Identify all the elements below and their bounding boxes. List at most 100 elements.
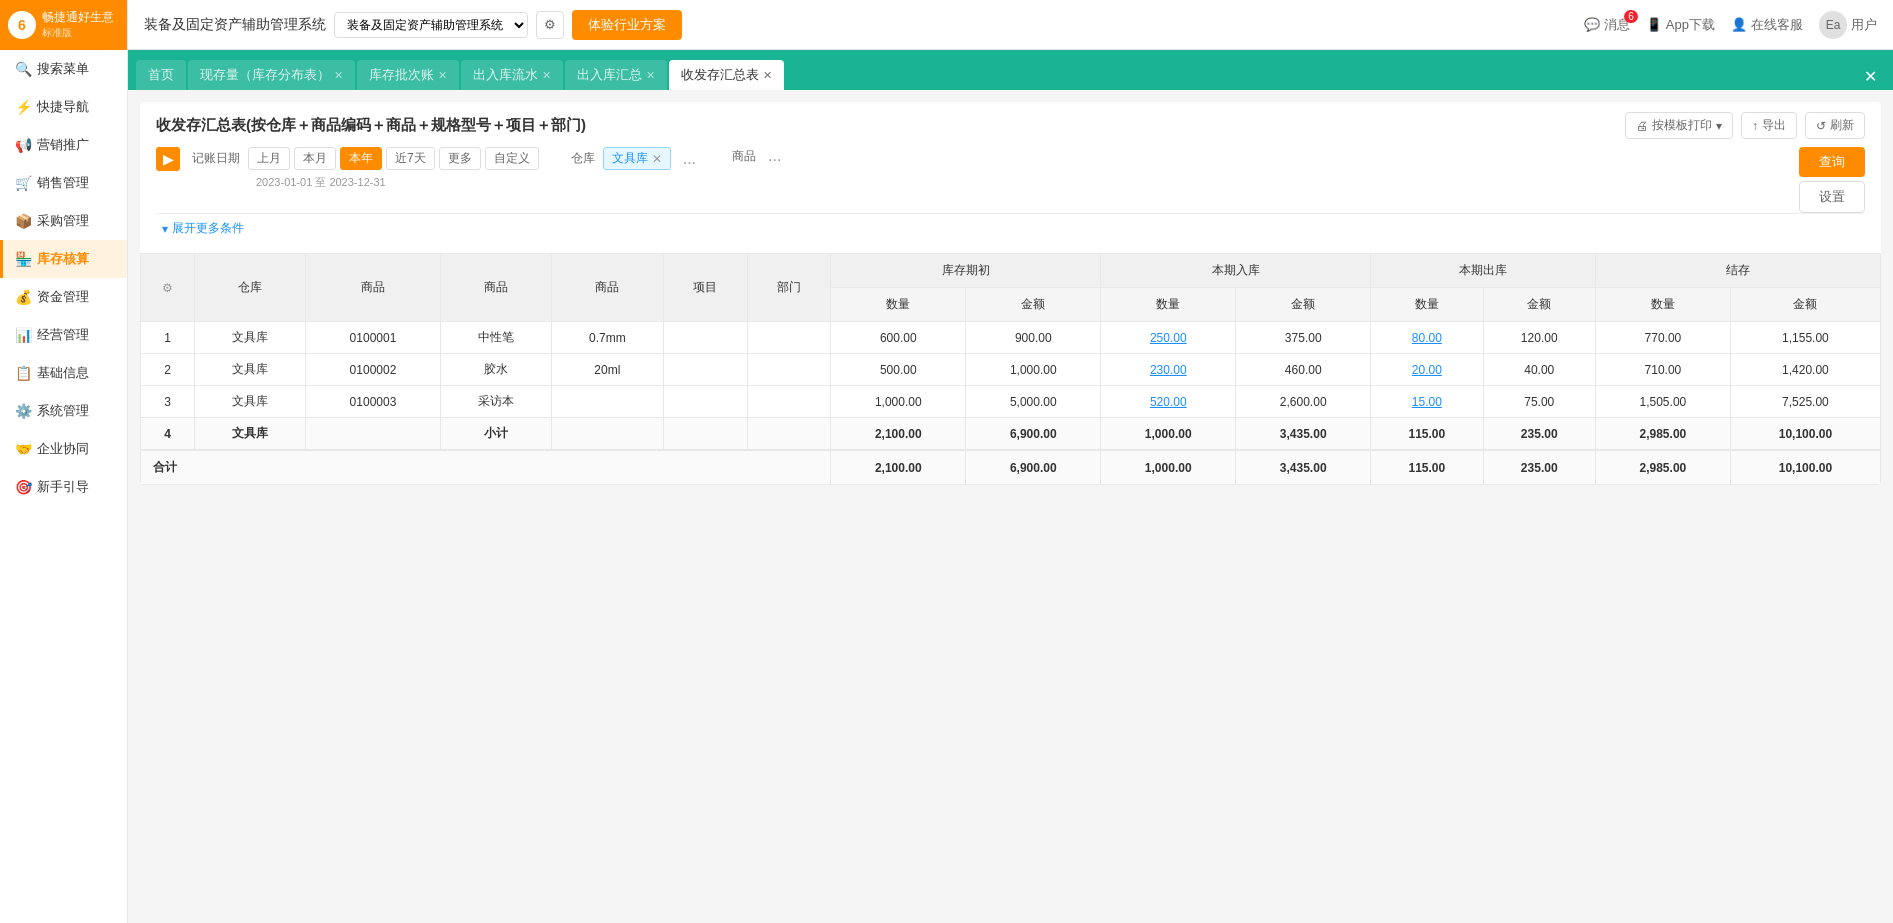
sidebar-item-marketing[interactable]: 📢 营销推广 [0,126,127,164]
cell-product-name: 胶水 [440,354,551,386]
footer-out-amt: 235.00 [1483,450,1595,485]
close-all-tabs[interactable]: ✕ [1856,63,1885,90]
cell-department [747,418,831,451]
cell-out-qty[interactable]: 15.00 [1371,386,1483,418]
sidebar-item-operations-label: 经营管理 [37,326,89,344]
guide-icon: 🎯 [15,479,31,495]
cell-project [664,386,748,418]
product-more-dots[interactable]: ... [764,147,785,165]
logo-subtitle: 标准版 [42,26,114,40]
settings-button[interactable]: 设置 [1799,181,1865,213]
th-out-amt: 金额 [1483,288,1595,322]
tab-current-inventory-close[interactable]: ✕ [334,69,343,82]
export-label: 导出 [1762,117,1786,134]
template-print-button[interactable]: 🖨 按模板打印 ▾ [1625,112,1733,139]
sidebar-nav: 🔍 搜索菜单 ⚡ 快捷导航 📢 营销推广 🛒 销售管理 📦 采购管理 🏪 库存核… [0,50,127,923]
tab-summary-close[interactable]: ✕ [646,69,655,82]
tab-current-inventory-label: 现存量（库存分布表） [200,66,330,84]
warehouse-more-dots[interactable]: ... [679,150,700,168]
basic-icon: 📋 [15,365,31,381]
user-menu[interactable]: Ea 用户 [1819,11,1877,39]
trial-button[interactable]: 体验行业方案 [572,10,682,40]
tab-summary[interactable]: 出入库汇总 ✕ [565,60,667,90]
message-button[interactable]: 💬 消息 6 [1584,16,1630,34]
system-title: 装备及固定资产辅助管理系统 [144,16,326,34]
cell-product-spec [551,418,663,451]
tab-receive-send[interactable]: 收发存汇总表 ✕ [669,60,784,90]
cell-opening-qty: 600.00 [831,322,966,354]
sidebar-item-marketing-label: 营销推广 [37,136,89,154]
sidebar-item-search[interactable]: 🔍 搜索菜单 [0,50,127,88]
filter-toggle[interactable]: ▶ [156,147,180,171]
settings-gear-button[interactable]: ⚙ [536,11,564,39]
cell-balance-amt: 1,155.00 [1730,322,1880,354]
cell-in-qty[interactable]: 230.00 [1101,354,1236,386]
date-btn-custom[interactable]: 自定义 [485,147,539,170]
date-btn-7days[interactable]: 近7天 [386,147,435,170]
cell-warehouse: 文具库 [195,386,306,418]
date-btn-more[interactable]: 更多 [439,147,481,170]
query-button[interactable]: 查询 [1799,147,1865,177]
cell-warehouse: 文具库 [195,354,306,386]
cell-in-qty[interactable]: 1,000.00 [1101,418,1236,451]
sidebar-item-purchase[interactable]: 📦 采购管理 [0,202,127,240]
footer-opening-amt: 6,900.00 [966,450,1101,485]
cell-out-qty[interactable]: 115.00 [1371,418,1483,451]
warehouse-tag-close[interactable]: ✕ [652,152,662,166]
logo-icon: 6 [8,11,36,39]
tab-batch-close[interactable]: ✕ [438,69,447,82]
online-service-button[interactable]: 👤 在线客服 [1731,16,1803,34]
date-btn-this-month[interactable]: 本月 [294,147,336,170]
cell-product-code [305,418,440,451]
app-download-button[interactable]: 📱 App下载 [1646,16,1715,34]
sidebar-item-sales[interactable]: 🛒 销售管理 [0,164,127,202]
sidebar-item-operations[interactable]: 📊 经营管理 [0,316,127,354]
cell-product-code: 0100001 [305,322,440,354]
th-settings[interactable]: ⚙ [141,254,195,322]
sidebar-item-inventory[interactable]: 🏪 库存核算 [0,240,127,278]
export-button[interactable]: ↑ 导出 [1741,112,1797,139]
sidebar-item-guide[interactable]: 🎯 新手引导 [0,468,127,506]
tab-current-inventory[interactable]: 现存量（库存分布表） ✕ [188,60,355,90]
sidebar-item-basic[interactable]: 📋 基础信息 [0,354,127,392]
cell-opening-amt: 5,000.00 [966,386,1101,418]
cell-opening-amt: 1,000.00 [966,354,1101,386]
cell-department [747,386,831,418]
main-area: 装备及固定资产辅助管理系统 装备及固定资产辅助管理系统 ⚙ 体验行业方案 💬 消… [128,0,1893,923]
warehouse-label: 仓库 [571,150,595,167]
cell-in-qty[interactable]: 250.00 [1101,322,1236,354]
footer-in-qty: 1,000.00 [1101,450,1236,485]
tab-flow[interactable]: 出入库流水 ✕ [461,60,563,90]
refresh-button[interactable]: ↺ 刷新 [1805,112,1865,139]
tab-receive-send-close[interactable]: ✕ [763,69,772,82]
app-icon: 📱 [1646,17,1662,32]
tab-batch[interactable]: 库存批次账 ✕ [357,60,459,90]
cell-out-qty[interactable]: 80.00 [1371,322,1483,354]
sidebar-item-finance[interactable]: 💰 资金管理 [0,278,127,316]
sidebar-item-quicknav[interactable]: ⚡ 快捷导航 [0,88,127,126]
template-print-icon: 🖨 [1636,119,1648,133]
cell-balance-qty: 2,985.00 [1595,418,1730,451]
sidebar-item-enterprise[interactable]: 🤝 企业协同 [0,430,127,468]
date-btn-this-year[interactable]: 本年 [340,147,382,170]
industry-select[interactable]: 装备及固定资产辅助管理系统 [334,12,528,38]
expand-more-button[interactable]: ▾ 展开更多条件 [162,220,244,237]
sidebar-logo: 6 畅捷通好生意 标准版 [0,0,127,50]
refresh-icon: ↺ [1816,119,1826,133]
cell-balance-amt: 10,100.00 [1730,418,1880,451]
table-row: 4 文具库 小计 2,100.00 6,900.00 1,000.00 3,43… [141,418,1881,451]
sidebar-item-system-label: 系统管理 [37,402,89,420]
tab-batch-label: 库存批次账 [369,66,434,84]
date-range-text: 2023-01-01 至 2023-12-31 [256,176,386,188]
tab-flow-close[interactable]: ✕ [542,69,551,82]
date-label: 记账日期 [192,150,240,167]
user-label: 用户 [1851,16,1877,34]
date-btn-last-month[interactable]: 上月 [248,147,290,170]
tab-home[interactable]: 首页 [136,60,186,90]
tab-flow-label: 出入库流水 [473,66,538,84]
cell-out-qty[interactable]: 20.00 [1371,354,1483,386]
cell-in-qty[interactable]: 520.00 [1101,386,1236,418]
page-actions: 🖨 按模板打印 ▾ ↑ 导出 ↺ 刷新 [1625,112,1865,139]
th-in-qty: 数量 [1101,288,1236,322]
sidebar-item-system[interactable]: ⚙️ 系统管理 [0,392,127,430]
